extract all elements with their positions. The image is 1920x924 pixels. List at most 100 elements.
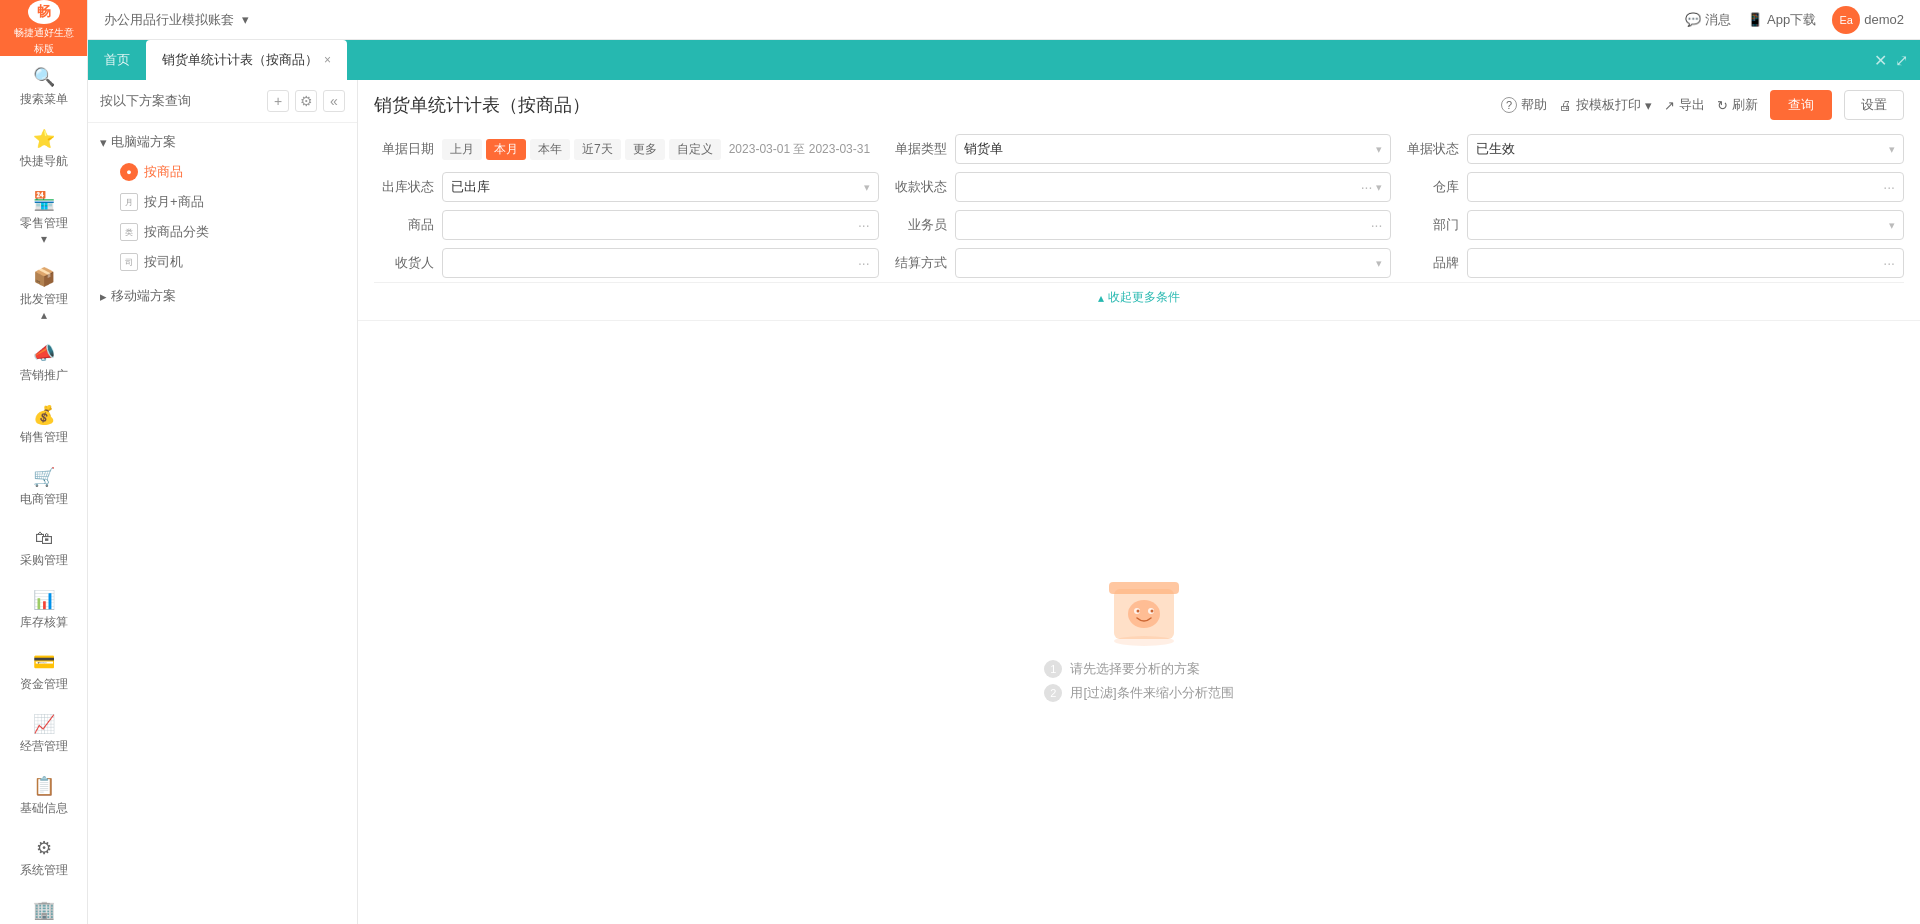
industry-dropdown-icon[interactable]: ▾	[242, 12, 249, 27]
tree-child-by-month-product[interactable]: 月 按月+商品	[108, 187, 357, 217]
filter-warehouse: 仓库 ···	[1399, 172, 1904, 202]
hint-num-2: 2	[1044, 684, 1062, 702]
sidebar-item-purchase[interactable]: 🛍 采购管理	[0, 518, 87, 579]
logo-text: 畅捷通好生意	[14, 26, 74, 40]
sidebar-item-retail-label: 零售管理	[20, 215, 68, 232]
wholesale-expand-icon: ▴	[41, 308, 47, 322]
filter-dept: 部门 ▾	[1399, 210, 1904, 240]
sidebar: 畅 畅捷通好生意 标版 🔍 搜索菜单 ⭐ 快捷导航 🏪 零售管理 ▾ 📦 批发管…	[0, 0, 88, 924]
tab-home[interactable]: 首页	[88, 40, 146, 80]
app-download-btn[interactable]: 📱 App下载	[1747, 11, 1816, 29]
tree-parent-pc[interactable]: ▾ 电脑端方案	[88, 127, 357, 157]
salesman-control[interactable]: ···	[955, 210, 1392, 240]
date-chip-last-month[interactable]: 上月	[442, 139, 482, 160]
sidebar-item-inventory[interactable]: 📊 库存核算	[0, 579, 87, 641]
date-chip-custom[interactable]: 自定义	[669, 139, 721, 160]
tab-sales-stat[interactable]: 销货单统计计表（按商品） ×	[146, 40, 347, 80]
tab-expand-icon[interactable]: ⤢	[1895, 51, 1908, 70]
tree-child-by-category[interactable]: 类 按商品分类	[108, 217, 357, 247]
hint-num-1: 1	[1044, 660, 1062, 678]
left-panel-title: 按以下方案查询	[100, 92, 191, 110]
doc-type-control[interactable]: 销货单 ▾	[955, 134, 1392, 164]
by-printer-label: 按司机	[144, 253, 183, 271]
payment-method-control[interactable]: ▾	[955, 248, 1392, 278]
export-btn[interactable]: ↗ 导出	[1664, 96, 1705, 114]
product-control[interactable]: ···	[442, 210, 879, 240]
sidebar-item-enterprise[interactable]: 🏢 企业协同	[0, 889, 87, 924]
sidebar-item-ecommerce[interactable]: 🛒 电商管理	[0, 456, 87, 518]
refresh-icon: ↻	[1717, 98, 1728, 113]
app-icon: 📱	[1747, 12, 1763, 27]
doc-status-value: 已生效	[1476, 140, 1885, 158]
page-title: 销货单统计计表（按商品）	[374, 93, 590, 117]
payment-status-label: 收款状态	[887, 178, 947, 196]
doc-type-label: 单据类型	[887, 140, 947, 158]
salesman-label: 业务员	[887, 216, 947, 234]
sales-icon: 💰	[33, 404, 55, 426]
date-chip-this-year[interactable]: 本年	[530, 139, 570, 160]
payment-status-dots: ···	[1361, 179, 1373, 195]
out-status-control[interactable]: 已出库 ▾	[442, 172, 879, 202]
message-btn[interactable]: 💬 消息	[1685, 11, 1731, 29]
template-print-btn[interactable]: 🖨 按模板打印 ▾	[1559, 96, 1652, 114]
sidebar-item-search[interactable]: 🔍 搜索菜单	[0, 56, 87, 118]
date-chip-more[interactable]: 更多	[625, 139, 665, 160]
empty-state: 1 请先选择要分析的方案 2 用[过滤]条件来缩小分析范围	[358, 321, 1920, 924]
sidebar-item-wholesale-label: 批发管理	[20, 291, 68, 308]
sidebar-item-basic[interactable]: 📋 基础信息	[0, 765, 87, 827]
receiver-control[interactable]: ···	[442, 248, 879, 278]
out-status-label: 出库状态	[374, 178, 434, 196]
tab-window-close-icon[interactable]: ✕	[1874, 51, 1887, 70]
tree-parent-mobile[interactable]: ▸ 移动端方案	[88, 281, 357, 311]
refresh-label: 刷新	[1732, 96, 1758, 114]
sidebar-item-wholesale[interactable]: 📦 批发管理 ▴	[0, 256, 87, 332]
collapse-panel-btn[interactable]: «	[323, 90, 345, 112]
sidebar-item-system[interactable]: ⚙ 系统管理	[0, 827, 87, 889]
settings-scheme-btn[interactable]: ⚙	[295, 90, 317, 112]
help-label: 帮助	[1521, 96, 1547, 114]
logo[interactable]: 畅 畅捷通好生意 标版	[0, 0, 88, 56]
collapse-more-btn[interactable]: ▴ 收起更多条件	[374, 282, 1904, 312]
print-dropdown-icon: ▾	[1645, 98, 1652, 113]
sidebar-item-quicknav[interactable]: ⭐ 快捷导航	[0, 118, 87, 180]
logo-icon: 畅	[28, 0, 60, 24]
export-label: 导出	[1679, 96, 1705, 114]
sidebar-item-sales[interactable]: 💰 销售管理	[0, 394, 87, 456]
message-label: 消息	[1705, 11, 1731, 29]
filter-payment-status: 收款状态 ··· ▾	[887, 172, 1392, 202]
sidebar-item-search-label: 搜索菜单	[20, 91, 68, 108]
sidebar-item-marketing[interactable]: 📣 营销推广	[0, 332, 87, 394]
user-profile-btn[interactable]: Ea demo2	[1832, 6, 1904, 34]
tree-pc-label: 电脑端方案	[111, 133, 176, 151]
main-area: 办公用品行业模拟账套 ▾ 💬 消息 📱 App下载 Ea demo2 首页	[88, 0, 1920, 924]
sidebar-item-finance[interactable]: 💳 资金管理	[0, 641, 87, 703]
left-panel: 按以下方案查询 + ⚙ « ▾ 电脑端方案 ● 按商品	[88, 80, 358, 924]
query-btn[interactable]: 查询	[1770, 90, 1832, 120]
date-chip-this-month[interactable]: 本月	[486, 139, 526, 160]
product-label: 商品	[374, 216, 434, 234]
tree-child-by-printer[interactable]: 司 按司机	[108, 247, 357, 277]
tree-child-by-product[interactable]: ● 按商品	[108, 157, 357, 187]
sidebar-item-ops-label: 经营管理	[20, 738, 68, 755]
filter-date: 单据日期 上月 本月 本年 近7天 更多 自定义 2023-03-01 至 20…	[374, 134, 879, 164]
doc-status-control[interactable]: 已生效 ▾	[1467, 134, 1904, 164]
collapse-up-icon: ▴	[1098, 291, 1104, 305]
svg-point-5	[1137, 609, 1140, 612]
brand-control[interactable]: ···	[1467, 248, 1904, 278]
sidebar-item-system-label: 系统管理	[20, 862, 68, 879]
filter-out-status: 出库状态 已出库 ▾	[374, 172, 879, 202]
tab-close-icon[interactable]: ×	[324, 53, 331, 67]
dept-control[interactable]: ▾	[1467, 210, 1904, 240]
payment-status-control[interactable]: ··· ▾	[955, 172, 1392, 202]
tabbar: 首页 销货单统计计表（按商品） × ✕ ⤢	[88, 40, 1920, 80]
refresh-btn[interactable]: ↻ 刷新	[1717, 96, 1758, 114]
template-print-label: 按模板打印	[1576, 96, 1641, 114]
settings-btn[interactable]: 设置	[1844, 90, 1904, 120]
sidebar-item-ops[interactable]: 📈 经营管理	[0, 703, 87, 765]
help-btn[interactable]: ? 帮助	[1501, 96, 1547, 114]
warehouse-control[interactable]: ···	[1467, 172, 1904, 202]
date-chip-7days[interactable]: 近7天	[574, 139, 621, 160]
add-scheme-btn[interactable]: +	[267, 90, 289, 112]
payment-status-dropdown-icon: ▾	[1376, 181, 1382, 194]
sidebar-item-retail[interactable]: 🏪 零售管理 ▾	[0, 180, 87, 256]
